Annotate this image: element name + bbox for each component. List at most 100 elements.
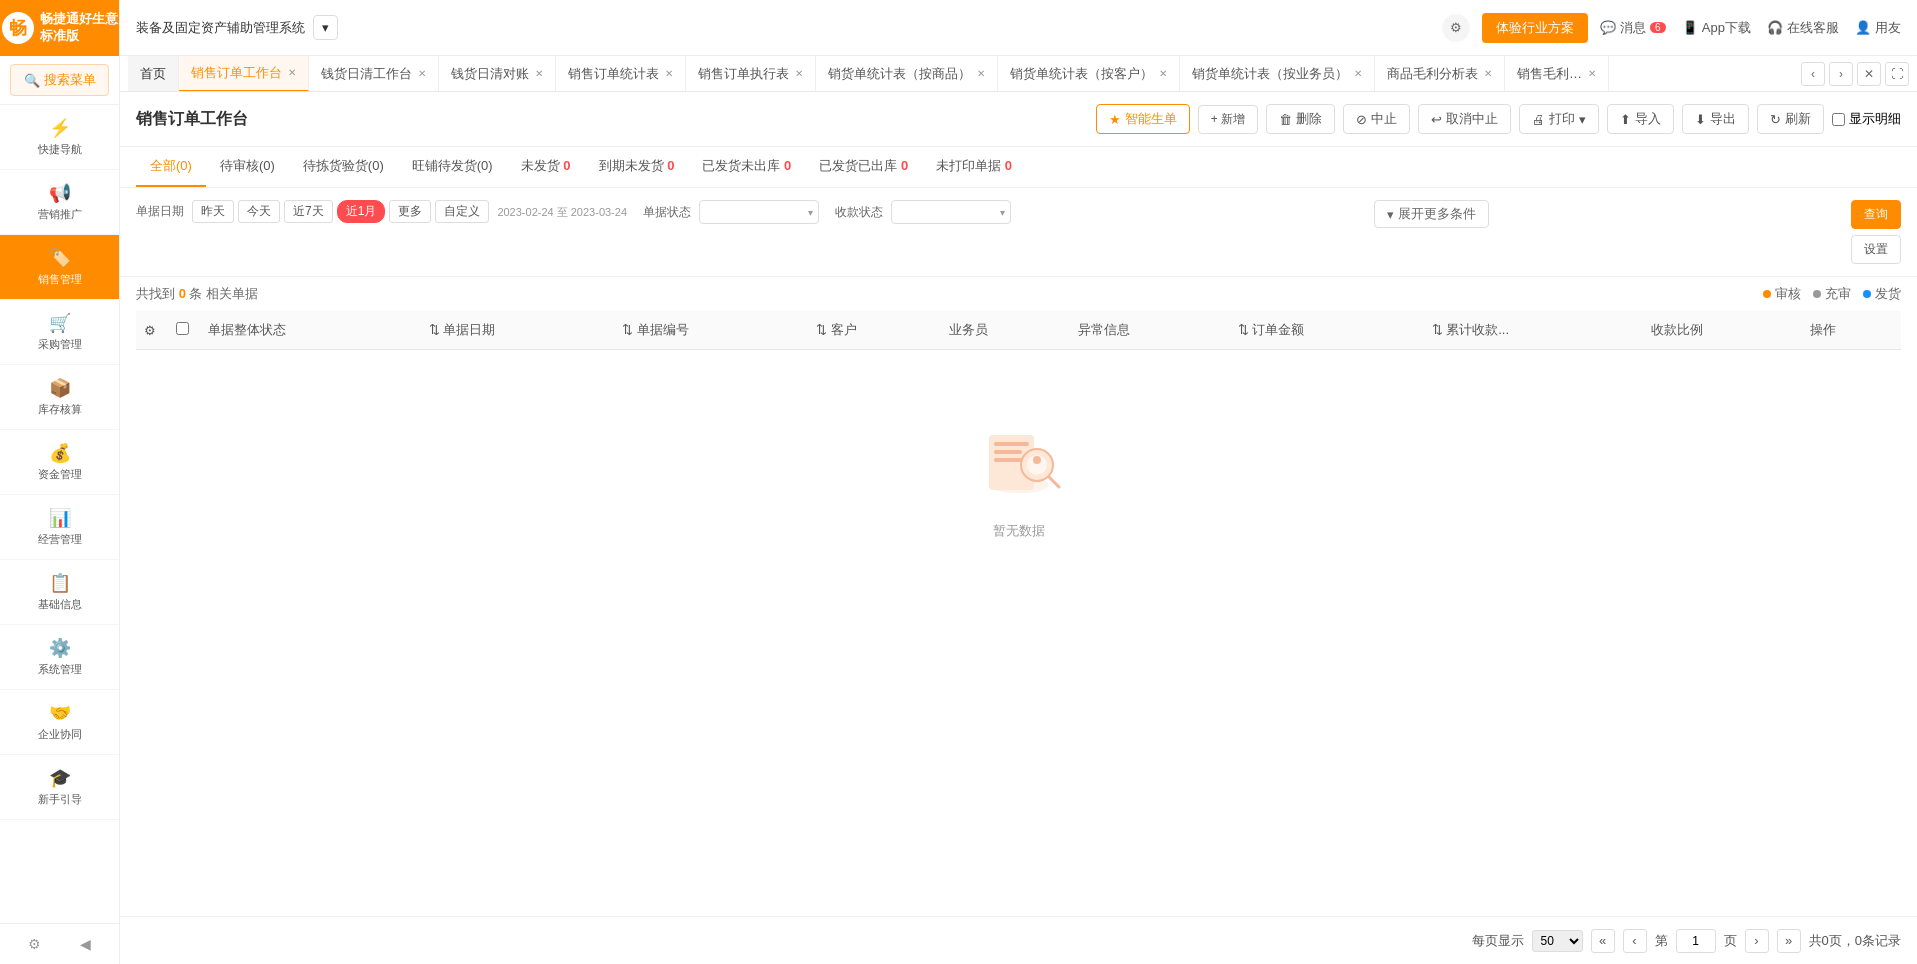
filter-tab-pending-review[interactable]: 待审核(0) bbox=[206, 147, 289, 187]
tab-close-product-profit[interactable]: ✕ bbox=[1484, 68, 1492, 79]
date-yesterday-button[interactable]: 昨天 bbox=[192, 200, 234, 223]
first-page-button[interactable]: « bbox=[1591, 929, 1615, 953]
query-button[interactable]: 查询 bbox=[1851, 200, 1901, 229]
tab-maximize-button[interactable]: ⛶ bbox=[1885, 62, 1909, 86]
tab-sales-stats-customer[interactable]: 销货单统计表（按客户） ✕ bbox=[998, 56, 1180, 92]
add-button[interactable]: + 新增 bbox=[1198, 105, 1258, 134]
sidebar-item-enterprise[interactable]: 🤝 企业协同 bbox=[0, 690, 119, 755]
tab-cash-reconcile[interactable]: 钱货日清对账 ✕ bbox=[439, 56, 556, 92]
tab-close-sales-stats-product[interactable]: ✕ bbox=[977, 68, 985, 79]
tab-close-cash-daily[interactable]: ✕ bbox=[418, 68, 426, 79]
topbar-gear-button[interactable]: ⚙ bbox=[1442, 14, 1470, 42]
date-custom-button[interactable]: 自定义 bbox=[435, 200, 489, 223]
filter-tab-shipped-not-out[interactable]: 已发货未出库 0 bbox=[688, 147, 805, 187]
prev-page-button[interactable]: ‹ bbox=[1623, 929, 1647, 953]
sidebar-item-system[interactable]: ⚙️ 系统管理 bbox=[0, 625, 119, 690]
tab-home[interactable]: 首页 bbox=[128, 56, 179, 92]
cancel-stop-button[interactable]: ↩ 取消中止 bbox=[1418, 104, 1511, 134]
filter-tab-not-printed[interactable]: 未打印单据 0 bbox=[922, 147, 1026, 187]
tab-scroll-right-button[interactable]: › bbox=[1829, 62, 1853, 86]
export-button[interactable]: ⬇ 导出 bbox=[1682, 104, 1749, 134]
filter-tab-overdue-not-shipped[interactable]: 到期未发货 0 bbox=[585, 147, 689, 187]
app-download-button[interactable]: 📱 App下载 bbox=[1682, 19, 1751, 37]
tab-cash-daily[interactable]: 钱货日清工作台 ✕ bbox=[309, 56, 439, 92]
tab-sales-order-workbench[interactable]: 销售订单工作台 ✕ bbox=[179, 56, 309, 92]
page-number-input[interactable] bbox=[1676, 929, 1716, 953]
page-size-select[interactable]: 50 20 100 bbox=[1532, 930, 1583, 952]
tab-sales-order-exec[interactable]: 销售订单执行表 ✕ bbox=[686, 56, 816, 92]
online-service-button[interactable]: 🎧 在线客服 bbox=[1767, 19, 1839, 37]
tab-close-all-button[interactable]: ✕ bbox=[1857, 62, 1881, 86]
sidebar-item-sales[interactable]: 🏷️ 销售管理 bbox=[0, 235, 119, 300]
sidebar-item-marketing[interactable]: 📢 营销推广 bbox=[0, 170, 119, 235]
tab-scroll-left-button[interactable]: ‹ bbox=[1801, 62, 1825, 86]
export-icon: ⬇ bbox=[1695, 112, 1706, 127]
tab-close-cash-reconcile[interactable]: ✕ bbox=[535, 68, 543, 79]
user-button[interactable]: 👤 用友 bbox=[1855, 19, 1901, 37]
stop-icon: ⊘ bbox=[1356, 112, 1367, 127]
date-more-button[interactable]: 更多 bbox=[389, 200, 431, 223]
ship-action[interactable]: 发货 bbox=[1863, 285, 1901, 303]
expand-section: ▾ 展开更多条件 bbox=[1027, 200, 1835, 228]
next-page-button[interactable]: › bbox=[1745, 929, 1769, 953]
tab-close-sales-profit[interactable]: ✕ bbox=[1588, 68, 1596, 79]
show-detail-checkbox[interactable] bbox=[1832, 113, 1845, 126]
tab-sales-stats-staff[interactable]: 销货单统计表（按业务员） ✕ bbox=[1180, 56, 1375, 92]
tab-product-profit[interactable]: 商品毛利分析表 ✕ bbox=[1375, 56, 1505, 92]
search-menu-button[interactable]: 🔍 搜索菜单 bbox=[10, 64, 109, 96]
sidebar-item-finance[interactable]: 💰 资金管理 bbox=[0, 430, 119, 495]
payment-select[interactable] bbox=[891, 200, 1011, 224]
operation-icon: 📊 bbox=[8, 507, 111, 529]
message-button[interactable]: 💬 消息 6 bbox=[1600, 19, 1666, 37]
tab-close-sales-order-stats[interactable]: ✕ bbox=[665, 68, 673, 79]
sidebar-item-operation[interactable]: 📊 经营管理 bbox=[0, 495, 119, 560]
date-7days-button[interactable]: 近7天 bbox=[284, 200, 333, 223]
sidebar-item-purchase[interactable]: 🛒 采购管理 bbox=[0, 300, 119, 365]
gear-icon[interactable]: ⚙ bbox=[144, 323, 156, 338]
sort-icon-collected[interactable]: ⇅ bbox=[1432, 322, 1443, 337]
th-checkbox bbox=[168, 311, 200, 350]
sidebar-item-newbie[interactable]: 🎓 新手引导 bbox=[0, 755, 119, 820]
tab-close-sales-order-exec[interactable]: ✕ bbox=[795, 68, 803, 79]
date-today-button[interactable]: 今天 bbox=[238, 200, 280, 223]
tab-sales-stats-product[interactable]: 销货单统计表（按商品） ✕ bbox=[816, 56, 998, 92]
settings-bottom-button[interactable]: ⚙ bbox=[24, 932, 45, 956]
tab-sales-profit[interactable]: 销售毛利… ✕ bbox=[1505, 56, 1609, 92]
sort-icon-customer[interactable]: ⇅ bbox=[816, 322, 827, 337]
filter-tab-not-shipped[interactable]: 未发货 0 bbox=[507, 147, 585, 187]
sort-icon-number[interactable]: ⇅ bbox=[622, 322, 633, 337]
purchase-icon: 🛒 bbox=[8, 312, 111, 334]
smart-create-button[interactable]: ★ 智能生单 bbox=[1096, 104, 1190, 134]
filter-settings-button[interactable]: 设置 bbox=[1851, 235, 1901, 264]
system-selector[interactable]: ▾ bbox=[313, 15, 338, 40]
filter-tab-all[interactable]: 全部(0) bbox=[136, 147, 206, 187]
last-page-button[interactable]: » bbox=[1777, 929, 1801, 953]
sidebar-item-quick-nav[interactable]: ⚡ 快捷导航 bbox=[0, 105, 119, 170]
cta-button[interactable]: 体验行业方案 bbox=[1482, 13, 1588, 43]
sidebar-item-basic-info[interactable]: 📋 基础信息 bbox=[0, 560, 119, 625]
unreviewed-action[interactable]: 充审 bbox=[1813, 285, 1851, 303]
tab-close-sales-order-workbench[interactable]: ✕ bbox=[288, 67, 296, 78]
review-action[interactable]: 审核 bbox=[1763, 285, 1801, 303]
tab-close-sales-stats-customer[interactable]: ✕ bbox=[1159, 68, 1167, 79]
select-all-checkbox[interactable] bbox=[176, 322, 189, 335]
status-select[interactable] bbox=[699, 200, 819, 224]
collapse-sidebar-button[interactable]: ◀ bbox=[76, 932, 95, 956]
stop-button[interactable]: ⊘ 中止 bbox=[1343, 104, 1410, 134]
print-button[interactable]: 🖨 打印 ▾ bbox=[1519, 104, 1599, 134]
tab-close-sales-stats-staff[interactable]: ✕ bbox=[1354, 68, 1362, 79]
filter-tab-pending-inspect[interactable]: 待拣货验货(0) bbox=[289, 147, 398, 187]
date-filter-group: 单据日期 昨天 今天 近7天 近1月 更多 自定义 2023-02-24 至 2… bbox=[136, 200, 627, 223]
tab-sales-order-stats[interactable]: 销售订单统计表 ✕ bbox=[556, 56, 686, 92]
refresh-button[interactable]: ↻ 刷新 bbox=[1757, 104, 1824, 134]
import-button[interactable]: ⬆ 导入 bbox=[1607, 104, 1674, 134]
date-1month-button[interactable]: 近1月 bbox=[337, 200, 386, 223]
sort-icon[interactable]: ⇅ bbox=[429, 322, 440, 337]
sidebar-item-inventory[interactable]: 📦 库存核算 bbox=[0, 365, 119, 430]
show-detail-label[interactable]: 显示明细 bbox=[1832, 110, 1901, 128]
filter-tab-shipped-out[interactable]: 已发货已出库 0 bbox=[805, 147, 922, 187]
expand-conditions-button[interactable]: ▾ 展开更多条件 bbox=[1374, 200, 1489, 228]
filter-tab-wangpu-pending[interactable]: 旺铺待发货(0) bbox=[398, 147, 507, 187]
sort-icon-amount[interactable]: ⇅ bbox=[1238, 322, 1249, 337]
delete-button[interactable]: 🗑 删除 bbox=[1266, 104, 1335, 134]
